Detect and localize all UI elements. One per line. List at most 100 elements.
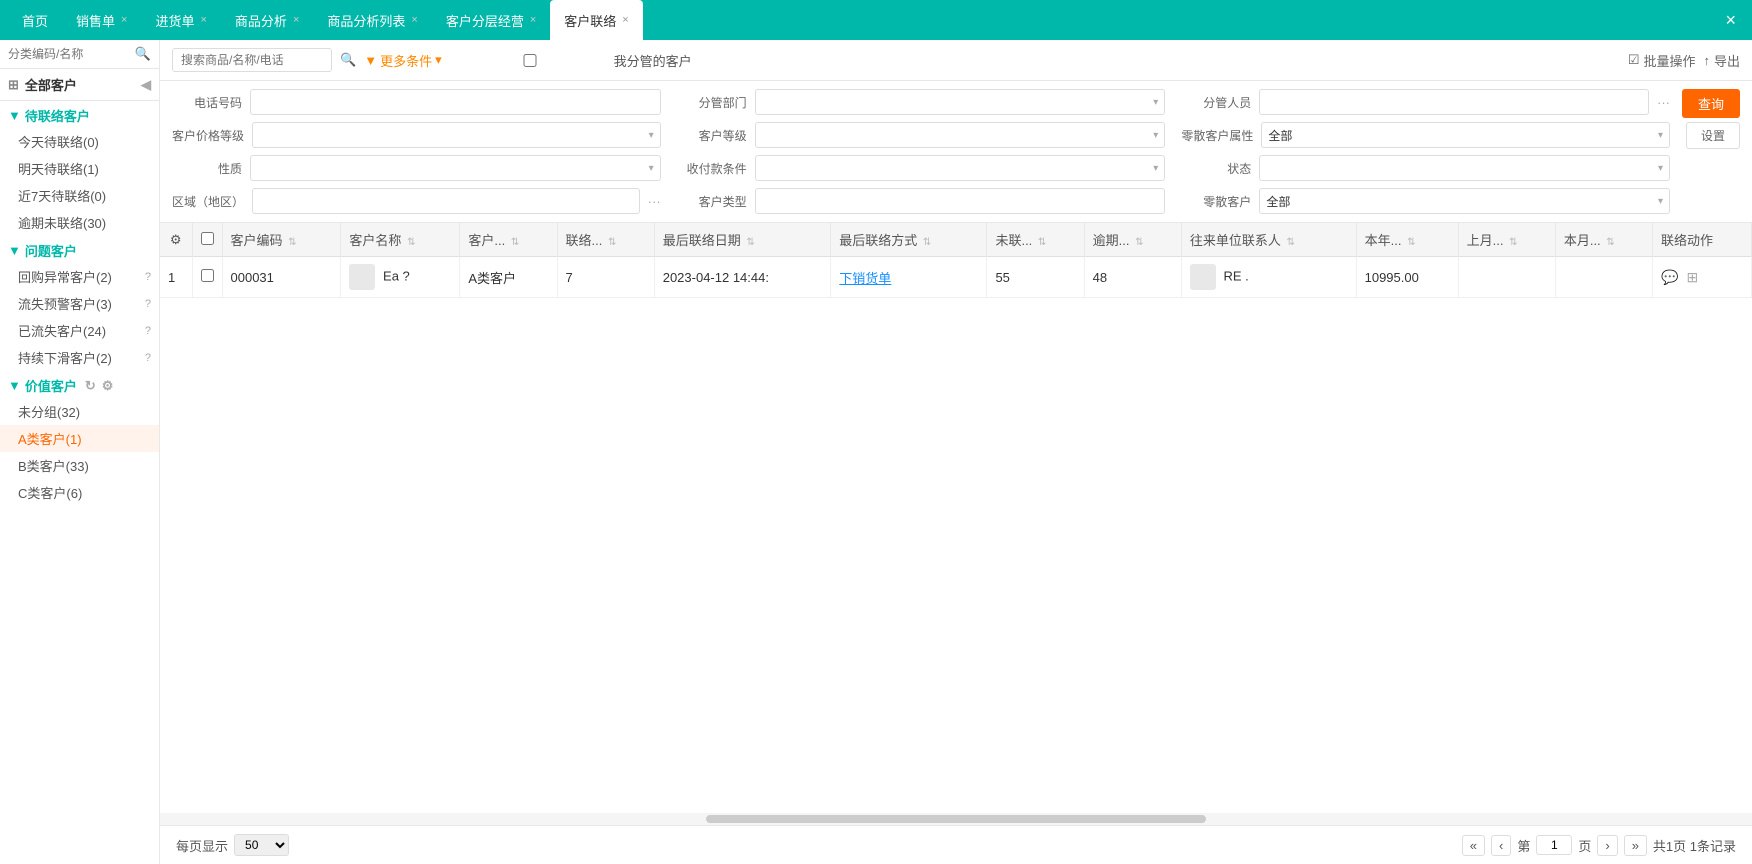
settings-icon-sidebar[interactable]: ⚙ — [102, 378, 114, 394]
filter-bar: 🔍 ▼ 更多条件 ▾ 我分管的客户 ☑ 批量操作 ↑ 导出 — [160, 40, 1752, 81]
nav-tab-customer-mgmt[interactable]: 客户分层经营 × — [432, 0, 550, 40]
dept-select[interactable]: ▾ — [755, 89, 1166, 115]
tab-analysis-close[interactable]: × — [293, 14, 299, 26]
nav-tab-sales[interactable]: 销售单 × — [62, 0, 141, 40]
query-button[interactable]: 查询 — [1682, 89, 1740, 118]
churn-warning-label: 流失预警客户(3) — [18, 294, 112, 313]
tab-sales-close[interactable]: × — [121, 14, 127, 26]
batch-btn[interactable]: ☑ 批量操作 — [1628, 51, 1696, 70]
th-no-contact-sort: ⇅ — [1038, 237, 1046, 248]
retail-label: 零散客户 — [1181, 193, 1251, 210]
settings-button[interactable]: 设置 — [1686, 122, 1740, 149]
sidebar-item-b-class[interactable]: B类客户(33) — [0, 452, 159, 479]
prev-page-btn[interactable]: ‹ — [1491, 835, 1511, 856]
sidebar-group-problem[interactable]: ▼ 问题客户 — [0, 236, 159, 263]
row-contact-count: 7 — [566, 270, 573, 285]
grid-action-icon[interactable]: ⊞ — [1686, 269, 1698, 286]
tab-customer-mgmt-close[interactable]: × — [530, 14, 536, 26]
person-dots[interactable]: ··· — [1657, 95, 1670, 110]
th-action-label: 联络动作 — [1661, 233, 1713, 248]
sidebar-item-c-class[interactable]: C类客户(6) — [0, 479, 159, 506]
sidebar-item-overdue[interactable]: 逾期未联络(30) — [0, 209, 159, 236]
retail-attr-label: 零散客户属性 — [1181, 127, 1253, 144]
sidebar-item-repurchase-abnormal[interactable]: 回购异常客户(2) ? — [0, 263, 159, 290]
payment-select[interactable]: ▾ — [755, 155, 1166, 181]
phone-input[interactable] — [250, 89, 661, 115]
nav-tab-customer-contact[interactable]: 客户联络 × — [550, 0, 642, 40]
tomorrow-label: 明天待联络(1) — [18, 159, 99, 178]
more-filter-btn[interactable]: ▼ 更多条件 ▾ — [364, 51, 441, 70]
gear-icon[interactable]: ⚙ — [170, 232, 182, 247]
row-last-method[interactable]: 下销货单 — [839, 271, 891, 286]
tab-sales-label: 销售单 — [76, 11, 115, 30]
refresh-icon[interactable]: ↻ — [85, 378, 96, 394]
tab-analysis-list-close[interactable]: × — [411, 14, 417, 26]
next-page-btn[interactable]: › — [1597, 835, 1617, 856]
more-filter-label: 更多条件 — [380, 51, 432, 70]
last-page-btn[interactable]: » — [1624, 835, 1647, 856]
sidebar-group-value[interactable]: ▼ 价值客户 ↻ ⚙ — [0, 371, 159, 398]
sidebar-item-a-class[interactable]: A类客户(1) — [0, 425, 159, 452]
th-this-year: 本年... ⇅ — [1356, 223, 1458, 257]
chat-action-icon[interactable]: 💬 — [1661, 269, 1678, 286]
horizontal-scrollbar[interactable] — [160, 813, 1752, 825]
tab-customer-mgmt-label: 客户分层经营 — [446, 11, 524, 30]
nav-tab-analysis-list[interactable]: 商品分析列表 × — [313, 0, 431, 40]
tab-customer-contact-close[interactable]: × — [622, 14, 628, 26]
sidebar-group-pending[interactable]: ▼ 待联络客户 — [0, 101, 159, 128]
export-btn[interactable]: ↑ 导出 — [1703, 51, 1740, 70]
sidebar-item-churned[interactable]: 已流失客户(24) ? — [0, 317, 159, 344]
nav-home[interactable]: 首页 — [8, 0, 62, 40]
retail-select[interactable]: 全部 ▾ — [1259, 188, 1670, 214]
region-input[interactable] — [252, 188, 640, 214]
my-customers-checkbox[interactable]: 我分管的客户 — [450, 51, 692, 70]
th-no-contact: 未联... ⇅ — [987, 223, 1084, 257]
nav-tab-analysis[interactable]: 商品分析 × — [221, 0, 313, 40]
customer-grade-select[interactable]: ▾ — [755, 122, 1166, 148]
filter-dropdown-icon: ▾ — [435, 52, 442, 68]
page-size-select[interactable]: 50 100 200 — [234, 834, 289, 856]
my-customers-check[interactable] — [450, 54, 610, 67]
customer-grade-arrow: ▾ — [1153, 130, 1158, 141]
total-label: 共1页 1条记录 — [1653, 836, 1736, 855]
nature-select[interactable]: ▾ — [250, 155, 661, 181]
th-contact-count: 联络... ⇅ — [557, 223, 654, 257]
sidebar-item-7days[interactable]: 近7天待联络(0) — [0, 182, 159, 209]
person-input[interactable] — [1259, 89, 1649, 115]
sidebar-item-declining[interactable]: 持续下滑客户(2) ? — [0, 344, 159, 371]
tab-analysis-label: 商品分析 — [235, 11, 287, 30]
search-input[interactable] — [172, 48, 332, 72]
tab-purchase-close[interactable]: × — [200, 14, 206, 26]
first-page-btn[interactable]: « — [1462, 835, 1485, 856]
tab-analysis-list-label: 商品分析列表 — [327, 11, 405, 30]
group-arrow-1: ▼ — [8, 108, 21, 123]
scrollbar-thumb[interactable] — [706, 815, 1206, 823]
customer-type-input[interactable] — [755, 188, 1166, 214]
window-close-button[interactable]: × — [1717, 10, 1744, 31]
retail-attr-select[interactable]: 全部 ▾ — [1261, 122, 1670, 148]
th-last-method-sort: ⇅ — [923, 237, 931, 248]
row-checkbox[interactable] — [201, 269, 214, 282]
sidebar-search-input[interactable] — [8, 47, 131, 61]
sidebar-item-today[interactable]: 今天待联络(0) — [0, 128, 159, 155]
price-grade-select[interactable]: ▾ — [252, 122, 661, 148]
sidebar-item-tomorrow[interactable]: 明天待联络(1) — [0, 155, 159, 182]
page-number-input[interactable] — [1536, 835, 1572, 855]
b-class-label: B类客户(33) — [18, 456, 89, 475]
region-dots[interactable]: ··· — [648, 194, 661, 209]
advanced-filter: 电话号码 分管部门 ▾ 分管人员 — [160, 81, 1752, 223]
row-contact-person: RE . — [1223, 268, 1248, 283]
sidebar: 🔍 ⊞ 全部客户 ◀ ▼ 待联络客户 今天待联络(0) 明天待联络(1) 近7天… — [0, 40, 160, 864]
sidebar-item-unclassified[interactable]: 未分组(32) — [0, 398, 159, 425]
select-all-checkbox[interactable] — [201, 232, 214, 245]
nav-tab-purchase[interactable]: 进货单 × — [141, 0, 220, 40]
th-last-method-label: 最后联络方式 — [839, 233, 917, 248]
row-code: 000031 — [231, 270, 274, 285]
th-name: 客户名称 ⇅ — [341, 223, 460, 257]
sidebar-all-customers[interactable]: ⊞ 全部客户 ◀ — [0, 69, 159, 101]
sidebar-item-churn-warning[interactable]: 流失预警客户(3) ? — [0, 290, 159, 317]
page-label2: 页 — [1578, 836, 1591, 855]
td-code: 000031 — [222, 257, 341, 298]
status-select[interactable]: ▾ — [1259, 155, 1670, 181]
table-row: 1 000031 Ea ? A类客户 — [160, 257, 1752, 298]
